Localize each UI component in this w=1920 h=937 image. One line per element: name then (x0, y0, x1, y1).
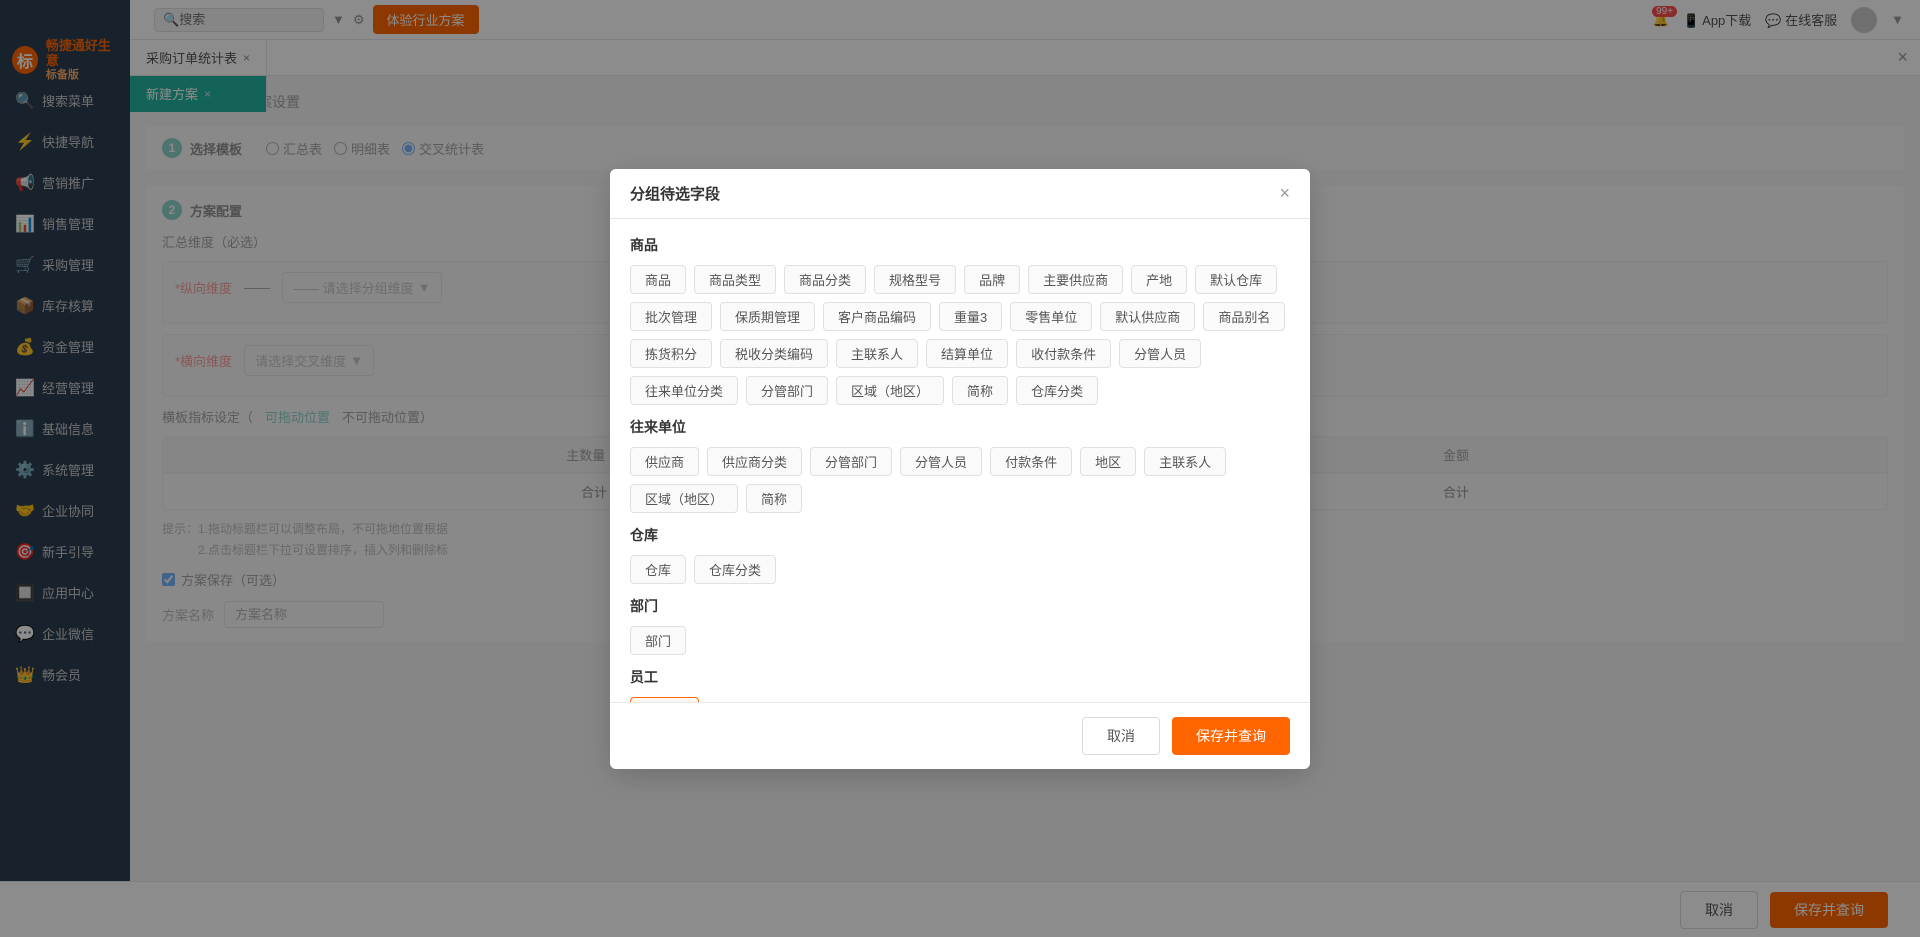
modal-overlay: 分组待选字段 × 商品商品商品类型商品分类规格型号品牌主要供应商产地默认仓库批次… (0, 0, 1920, 937)
field-tag-保质期管理[interactable]: 保质期管理 (720, 302, 815, 331)
field-tag-税收分类编码[interactable]: 税收分类编码 (720, 339, 828, 368)
field-tag-区域（地区）[interactable]: 区域（地区） (836, 376, 944, 405)
section-title-仓库: 仓库 (630, 525, 1290, 545)
field-tag-仓库[interactable]: 仓库 (630, 555, 686, 584)
field-tag-商品类型[interactable]: 商品类型 (694, 265, 776, 294)
field-tag-收付款条件[interactable]: 收付款条件 (1016, 339, 1111, 368)
field-tag-简称[interactable]: 简称 (746, 484, 802, 513)
field-tag-客户商品编码[interactable]: 客户商品编码 (823, 302, 931, 331)
section-title-部门: 部门 (630, 596, 1290, 616)
field-tag-付款条件[interactable]: 付款条件 (990, 447, 1072, 476)
field-tag-拣货积分[interactable]: 拣货积分 (630, 339, 712, 368)
field-tag-默认仓库[interactable]: 默认仓库 (1195, 265, 1277, 294)
modal-header: 分组待选字段 × (610, 169, 1310, 219)
modal-body: 商品商品商品类型商品分类规格型号品牌主要供应商产地默认仓库批次管理保质期管理客户… (610, 219, 1310, 702)
field-tag-部门[interactable]: 部门 (630, 626, 686, 655)
field-tag-主联系人[interactable]: 主联系人 (836, 339, 918, 368)
field-tag-区域（地区）[interactable]: 区域（地区） (630, 484, 738, 513)
field-tag-零售单位[interactable]: 零售单位 (1010, 302, 1092, 331)
section-title-员工: 员工 (630, 667, 1290, 687)
field-tag-品牌[interactable]: 品牌 (964, 265, 1020, 294)
field-grid-往来单位: 供应商供应商分类分管部门分管人员付款条件地区主联系人区域（地区） 简称 (630, 447, 1290, 513)
field-tag-分管人员[interactable]: 分管人员 (1119, 339, 1201, 368)
field-tag-往来单位分类[interactable]: 往来单位分类 (630, 376, 738, 405)
field-tag-分管部门[interactable]: 分管部门 (746, 376, 828, 405)
modal-close-btn[interactable]: × (1279, 183, 1290, 204)
field-tag-简称[interactable]: 简称 (952, 376, 1008, 405)
modal-cancel-btn[interactable]: 取消 (1082, 717, 1160, 755)
field-tag-规格型号[interactable]: 规格型号 (874, 265, 956, 294)
field-tag-仓库分类[interactable]: 仓库分类 (694, 555, 776, 584)
field-grid-商品: 商品商品类型商品分类规格型号品牌主要供应商产地默认仓库批次管理保质期管理客户商品… (630, 265, 1290, 405)
field-selection-modal: 分组待选字段 × 商品商品商品类型商品分类规格型号品牌主要供应商产地默认仓库批次… (610, 169, 1310, 769)
modal-confirm-btn[interactable]: 保存并查询 (1172, 717, 1290, 755)
field-tag-商品别名[interactable]: 商品别名 (1203, 302, 1285, 331)
field-tag-分管部门[interactable]: 分管部门 (810, 447, 892, 476)
field-grid-仓库: 仓库仓库分类 (630, 555, 1290, 584)
field-tag-地区[interactable]: 地区 (1080, 447, 1136, 476)
modal-footer: 取消 保存并查询 (610, 702, 1310, 769)
field-tag-主要供应商[interactable]: 主要供应商 (1028, 265, 1123, 294)
field-grid-部门: 部门 (630, 626, 1290, 655)
field-tag-产地[interactable]: 产地 (1131, 265, 1187, 294)
field-tag-供应商分类[interactable]: 供应商分类 (707, 447, 802, 476)
field-tag-默认供应商[interactable]: 默认供应商 (1100, 302, 1195, 331)
field-tag-供应商[interactable]: 供应商 (630, 447, 699, 476)
field-tag-分管人员[interactable]: 分管人员 (900, 447, 982, 476)
field-tag-仓库分类[interactable]: 仓库分类 (1016, 376, 1098, 405)
field-tag-商品[interactable]: 商品 (630, 265, 686, 294)
section-title-往来单位: 往来单位 (630, 417, 1290, 437)
modal-title: 分组待选字段 (630, 183, 720, 204)
section-title-商品: 商品 (630, 235, 1290, 255)
field-tag-结算单位[interactable]: 结算单位 (926, 339, 1008, 368)
field-tag-商品分类[interactable]: 商品分类 (784, 265, 866, 294)
field-tag-主联系人[interactable]: 主联系人 (1144, 447, 1226, 476)
field-tag-重量3[interactable]: 重量3 (939, 302, 1002, 331)
field-tag-批次管理[interactable]: 批次管理 (630, 302, 712, 331)
